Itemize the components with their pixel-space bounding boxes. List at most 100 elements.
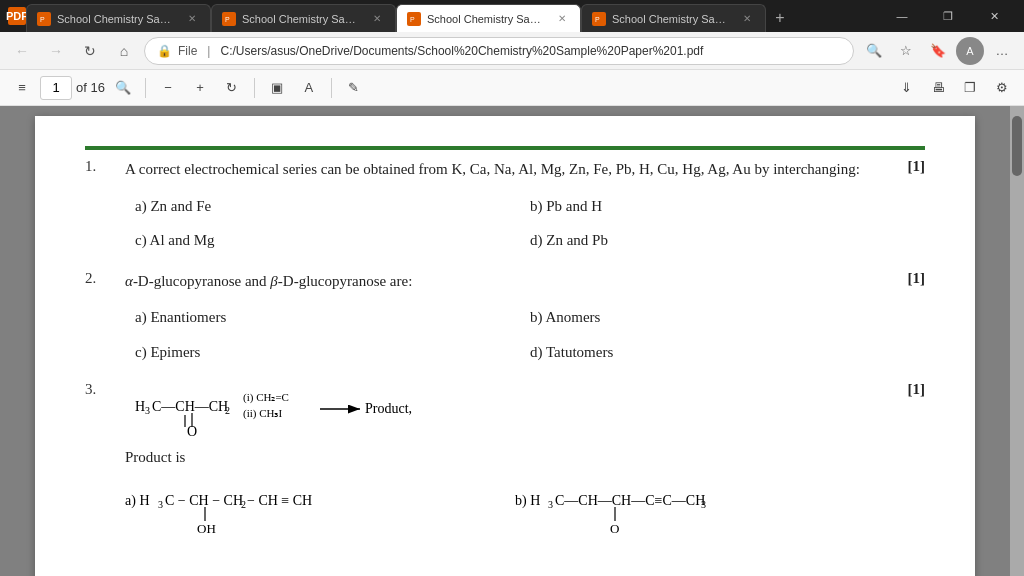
page-view-btn[interactable]: ▣: [263, 74, 291, 102]
minimize-button[interactable]: —: [880, 2, 924, 30]
question-1: 1. A correct electrochemical series can …: [85, 158, 925, 252]
tab-3-title: School Chemistry Sample Paper: [427, 13, 548, 25]
svg-text:− CH ≡ CH: − CH ≡ CH: [247, 493, 312, 508]
q3-number: 3.: [85, 381, 115, 398]
address-text: C:/Users/asus/OneDrive/Documents/School%…: [220, 44, 841, 58]
separator-2: [254, 78, 255, 98]
q2-option-d: d) Tatutomers: [530, 341, 885, 364]
tab-1-title: School Chemistry Sample Paper: [57, 13, 178, 25]
q3-marks: [1]: [895, 381, 925, 398]
svg-text:3: 3: [158, 499, 163, 510]
star-btn[interactable]: ☆: [892, 37, 920, 65]
tab-1-favicon: P: [37, 12, 51, 26]
svg-text:O: O: [610, 521, 619, 536]
svg-text:OH: OH: [197, 521, 216, 536]
tab-1[interactable]: P School Chemistry Sample Paper ✕: [26, 4, 211, 32]
q2-content: α-D-glucopyranose and β-D-glucopyranose …: [125, 270, 885, 364]
tab-4[interactable]: P School Chemistry Sample Paper ✕: [581, 4, 766, 32]
tab-2-favicon: P: [222, 12, 236, 26]
q2-number: 2.: [85, 270, 115, 364]
address-separator: |: [207, 44, 210, 58]
question-3: 3. H 3 C—CH—CH 2 O (i) CH₂=C: [85, 381, 925, 549]
svg-text:2: 2: [225, 405, 230, 416]
home-button[interactable]: ⌂: [110, 37, 138, 65]
svg-text:H: H: [135, 399, 145, 414]
svg-text:b) H: b) H: [515, 493, 540, 509]
window-controls: — ❐ ✕: [880, 2, 1016, 30]
q2-text: α-D-glucopyranose and β-D-glucopyranose …: [125, 273, 412, 289]
svg-text:3: 3: [548, 499, 553, 510]
q1-option-b: b) Pb and H: [530, 195, 885, 218]
svg-text:C − CH − CH: C − CH − CH: [165, 493, 243, 508]
svg-text:a) H: a) H: [125, 493, 150, 509]
svg-text:2: 2: [241, 499, 246, 510]
scrollbar-thumb[interactable]: [1012, 116, 1022, 176]
forward-button[interactable]: →: [42, 37, 70, 65]
tabs-container: P School Chemistry Sample Paper ✕ P Scho…: [26, 0, 880, 32]
q1-option-a: a) Zn and Fe: [135, 195, 490, 218]
address-input[interactable]: 🔒 File | C:/Users/asus/OneDrive/Document…: [144, 37, 854, 65]
svg-text:O: O: [187, 424, 197, 436]
text-btn[interactable]: A: [295, 74, 323, 102]
pdf-container: 1. A correct electrochemical series can …: [0, 106, 1024, 576]
address-actions: 🔍 ☆ 🔖 A …: [860, 37, 1016, 65]
search-address-btn[interactable]: 🔍: [860, 37, 888, 65]
separator-1: [145, 78, 146, 98]
tab-3-active[interactable]: P School Chemistry Sample Paper ✕: [396, 4, 581, 32]
new-tab-button[interactable]: +: [766, 4, 794, 32]
svg-text:3: 3: [145, 405, 150, 416]
tab-3-close[interactable]: ✕: [554, 11, 570, 27]
page-info: of 16 🔍: [40, 74, 137, 102]
page-number-input[interactable]: [40, 76, 72, 100]
title-bar: PDF P School Chemistry Sample Paper ✕ P …: [0, 0, 1024, 32]
pdf-toolbar: ≡ of 16 🔍 − + ↻ ▣ A ✎ ⇓ 🖶 ❐ ⚙: [0, 70, 1024, 106]
address-bar: ← → ↻ ⌂ 🔒 File | C:/Users/asus/OneDrive/…: [0, 32, 1024, 70]
back-button[interactable]: ←: [8, 37, 36, 65]
settings-btn[interactable]: ⚙: [988, 74, 1016, 102]
svg-text:Product,: Product,: [365, 401, 412, 416]
restore-button[interactable]: ❐: [926, 2, 970, 30]
close-button[interactable]: ✕: [972, 2, 1016, 30]
tab-4-title: School Chemistry Sample Paper: [612, 13, 733, 25]
pdf-page: 1. A correct electrochemical series can …: [35, 116, 975, 576]
rotate-btn[interactable]: ↻: [218, 74, 246, 102]
sidebar-toggle-button[interactable]: ≡: [8, 74, 36, 102]
tab-save-btn[interactable]: 🔖: [924, 37, 952, 65]
search-pdf-button[interactable]: 🔍: [109, 74, 137, 102]
tab-4-close[interactable]: ✕: [739, 11, 755, 27]
tab-4-favicon: P: [592, 12, 606, 26]
q1-options: a) Zn and Fe b) Pb and H c) Al and Mg d)…: [135, 195, 885, 252]
q1-content: A correct electrochemical series can be …: [125, 158, 885, 252]
tab-2-close[interactable]: ✕: [369, 11, 385, 27]
file-label: File: [178, 44, 197, 58]
print-btn[interactable]: 🖶: [924, 74, 952, 102]
svg-text:P: P: [225, 16, 230, 23]
profile-button[interactable]: A: [956, 37, 984, 65]
fullscreen-btn[interactable]: ❐: [956, 74, 984, 102]
download-btn[interactable]: ⇓: [892, 74, 920, 102]
q1-number: 1.: [85, 158, 115, 252]
tab-1-close[interactable]: ✕: [184, 11, 200, 27]
separator-3: [331, 78, 332, 98]
product-is-label: Product is: [125, 446, 885, 469]
question-2: 2. α-D-glucopyranose and β-D-glucopyrano…: [85, 270, 925, 364]
q3-option-b-svg: b) H 3 C—CH—CH—C≡C—CH 3 O: [515, 483, 775, 543]
window-icon: PDF: [8, 7, 26, 25]
scrollbar[interactable]: [1010, 106, 1024, 576]
page-total: of 16: [76, 80, 105, 95]
q3-options: a) H 3 C − CH − CH 2 − CH ≡ CH OH: [125, 483, 885, 550]
reaction-svg: H 3 C—CH—CH 2 O (i) CH₂=C (ii) CH₃I: [125, 381, 625, 436]
q2-marks: [1]: [895, 270, 925, 364]
svg-text:P: P: [410, 16, 415, 23]
q1-option-c: c) Al and Mg: [135, 229, 490, 252]
q1-text: A correct electrochemical series can be …: [125, 161, 860, 177]
refresh-button[interactable]: ↻: [76, 37, 104, 65]
draw-btn[interactable]: ✎: [340, 74, 368, 102]
q2-option-c: c) Epimers: [135, 341, 490, 364]
tab-2[interactable]: P School Chemistry Sample Paper ✕: [211, 4, 396, 32]
zoom-out-button[interactable]: −: [154, 74, 182, 102]
more-btn[interactable]: …: [988, 37, 1016, 65]
svg-text:3: 3: [701, 499, 706, 510]
lock-icon: 🔒: [157, 44, 172, 58]
zoom-in-button[interactable]: +: [186, 74, 214, 102]
